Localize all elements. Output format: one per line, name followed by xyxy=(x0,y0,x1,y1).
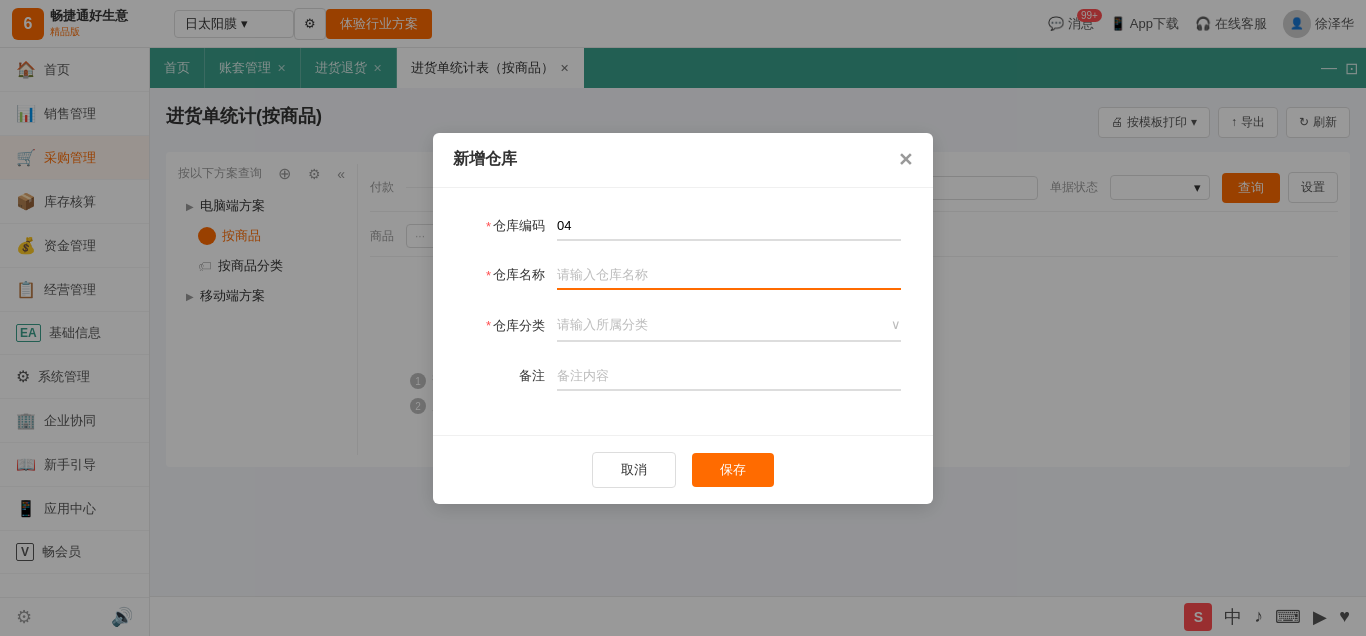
warehouse-name-input[interactable] xyxy=(557,261,901,290)
modal-title: 新增仓库 xyxy=(453,149,517,170)
warehouse-type-label: * 仓库分类 xyxy=(465,317,545,335)
remark-row: 备注 xyxy=(465,362,901,391)
warehouse-name-row: * 仓库名称 xyxy=(465,261,901,290)
warehouse-code-input[interactable] xyxy=(557,212,901,241)
remark-input[interactable] xyxy=(557,362,901,391)
modal-body: * 仓库编码 * 仓库名称 * 仓库分类 请输入所属 xyxy=(433,188,933,435)
add-warehouse-modal: 新增仓库 ✕ * 仓库编码 * 仓库名称 xyxy=(433,133,933,504)
warehouse-type-placeholder: 请输入所属分类 xyxy=(557,316,648,334)
modal-footer: 取消 保存 xyxy=(433,435,933,504)
remark-label: 备注 xyxy=(465,367,545,385)
type-dropdown-arrow-icon: ∨ xyxy=(891,317,901,332)
modal-close-button[interactable]: ✕ xyxy=(898,149,913,171)
cancel-button[interactable]: 取消 xyxy=(592,452,676,488)
warehouse-code-label: * 仓库编码 xyxy=(465,217,545,235)
warehouse-type-select[interactable]: 请输入所属分类 ∨ xyxy=(557,310,901,342)
modal-overlay: 新增仓库 ✕ * 仓库编码 * 仓库名称 xyxy=(0,0,1366,636)
warehouse-code-row: * 仓库编码 xyxy=(465,212,901,241)
modal-header: 新增仓库 ✕ xyxy=(433,133,933,188)
save-button[interactable]: 保存 xyxy=(692,453,774,487)
warehouse-type-row: * 仓库分类 请输入所属分类 ∨ xyxy=(465,310,901,342)
warehouse-name-label: * 仓库名称 xyxy=(465,266,545,284)
